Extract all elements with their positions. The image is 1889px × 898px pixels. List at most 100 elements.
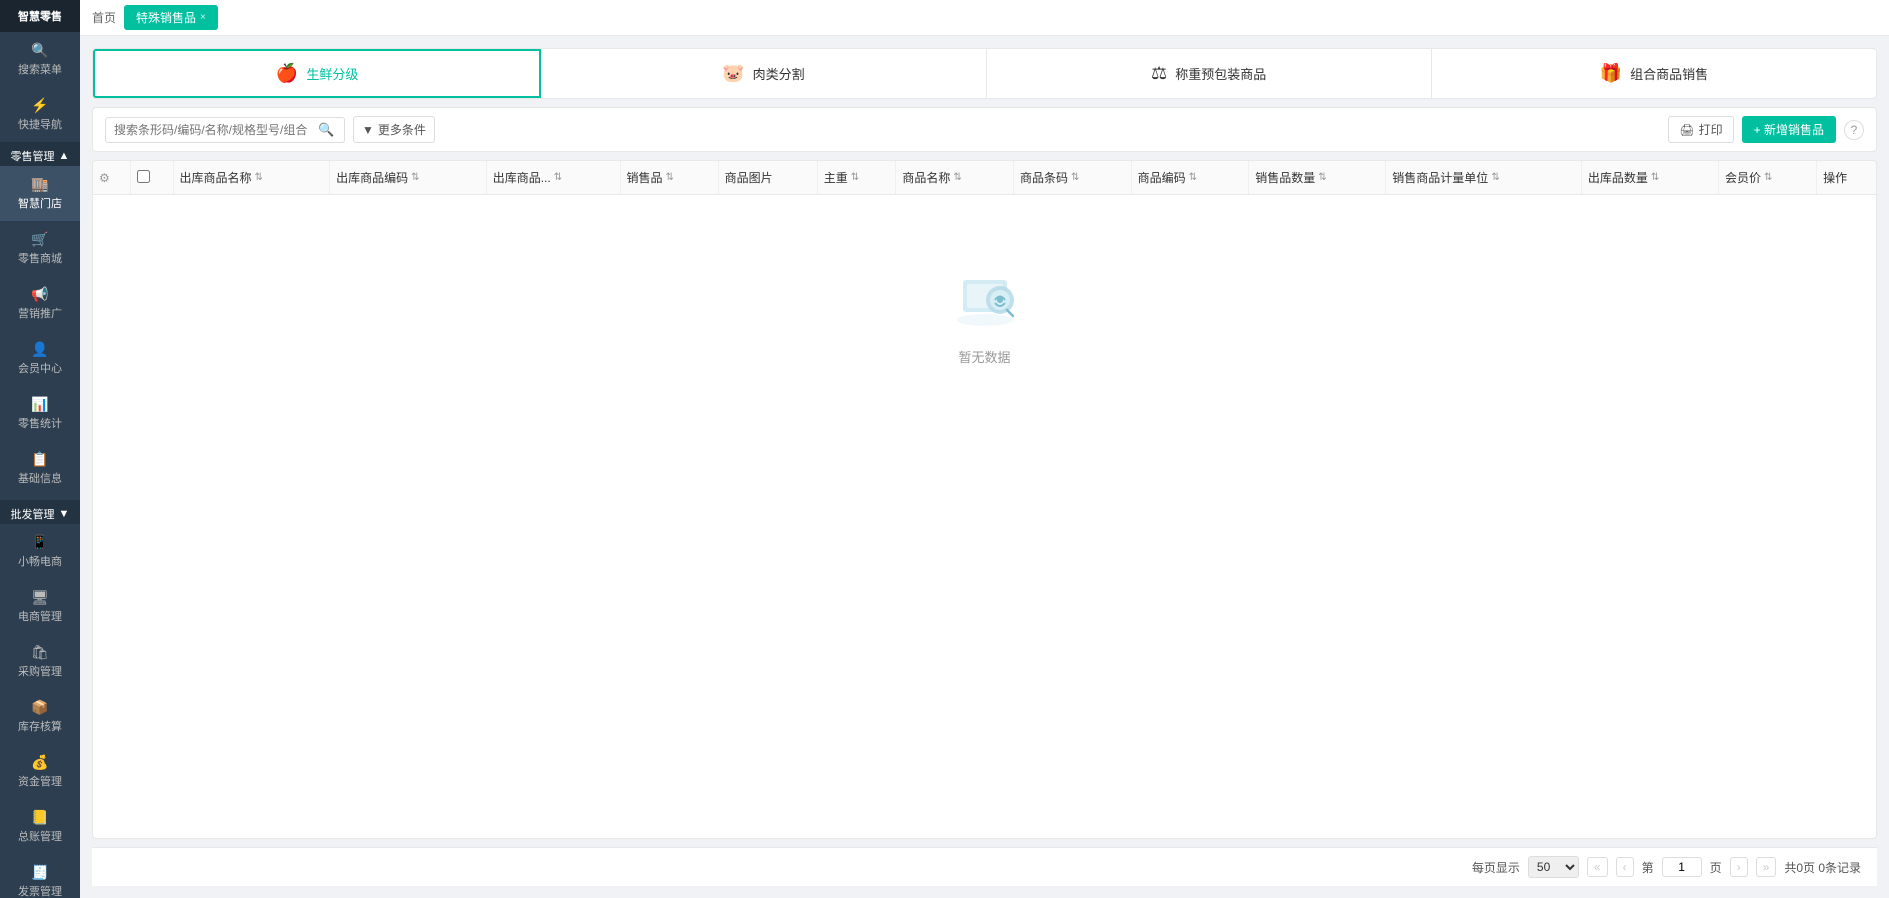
sidebar-item-label: 搜索菜单 xyxy=(18,61,62,77)
sidebar: 智慧零售 🔍 搜索菜单 ⚡ 快捷导航 零售管理 ▲ 🏬 智慧门店 🛒 零售商城 … xyxy=(0,0,80,898)
expand-icon: ▲ xyxy=(59,150,70,162)
sort-sale-qty[interactable]: 销售品数量 ⇅ xyxy=(1255,169,1379,186)
smart-store-icon: 🏬 xyxy=(31,176,48,193)
fresh-grade-icon: 🍎 xyxy=(276,63,298,84)
pagination: 每页显示 10 20 50 100 « ‹ 第 页 › » 共0页 0条记录 xyxy=(92,847,1877,886)
th-image: 商品图片 xyxy=(718,161,817,195)
sidebar-item-search-order[interactable]: 🔍 搜索菜单 xyxy=(0,32,80,87)
sort-sale-unit[interactable]: 销售商品计量单位 ⇅ xyxy=(1392,169,1575,186)
tab-combo[interactable]: 🎁 组合商品销售 xyxy=(1432,49,1876,98)
per-page-select[interactable]: 10 20 50 100 xyxy=(1528,856,1579,878)
col-code: 商品编码 xyxy=(1138,169,1186,186)
sort-icon: ⇅ xyxy=(255,172,263,183)
print-button[interactable]: 🖨 打印 xyxy=(1668,116,1733,143)
add-button[interactable]: + 新增销售品 xyxy=(1742,116,1836,143)
search-icon[interactable]: 🔍 xyxy=(318,122,334,138)
sort-out-code[interactable]: 出库商品编码 ⇅ xyxy=(336,169,480,186)
filter-label: 更多条件 xyxy=(378,121,426,138)
sidebar-item-invoice[interactable]: 🧾 发票管理 xyxy=(0,854,80,898)
page-suffix: 页 xyxy=(1710,859,1722,876)
th-out-spec: 出库商品... ⇅ xyxy=(486,161,620,195)
empty-text: 暂无数据 xyxy=(958,347,1010,366)
sidebar-item-inventory[interactable]: 📦 库存核算 xyxy=(0,689,80,744)
col-sale-unit: 销售商品计量单位 xyxy=(1392,169,1488,186)
sort-icon-6: ⇅ xyxy=(953,172,961,183)
sidebar-item-mini-ecom[interactable]: 📱 小畅电商 xyxy=(0,524,80,579)
help-button[interactable]: ? xyxy=(1844,120,1864,140)
th-setting[interactable]: ⚙ xyxy=(93,161,131,195)
sidebar-item-finance[interactable]: 💰 资金管理 xyxy=(0,744,80,799)
sort-icon-9: ⇅ xyxy=(1318,172,1326,183)
add-label: + 新增销售品 xyxy=(1754,121,1824,138)
sort-member-price[interactable]: 会员价 ⇅ xyxy=(1725,169,1810,186)
tab-fresh-grade-label: 生鲜分级 xyxy=(306,64,358,83)
search-input[interactable] xyxy=(114,123,314,137)
sidebar-item-label: 基础信息 xyxy=(18,470,62,486)
sort-code[interactable]: 商品编码 ⇅ xyxy=(1138,169,1243,186)
print-label: 打印 xyxy=(1699,121,1723,138)
sidebar-logo: 智慧零售 xyxy=(0,0,80,32)
sidebar-item-retail-mall[interactable]: 🛒 零售商城 xyxy=(0,221,80,276)
tab-meat-cut[interactable]: 🐷 肉类分割 xyxy=(541,49,986,98)
sort-gross-weight[interactable]: 主重 ⇅ xyxy=(824,169,890,186)
tab-fresh-grade[interactable]: 🍎 生鲜分级 xyxy=(93,49,541,98)
sort-out-qty[interactable]: 出库品数量 ⇅ xyxy=(1588,169,1712,186)
sidebar-item-basic-info[interactable]: 📋 基础信息 xyxy=(0,441,80,496)
sidebar-item-member-center[interactable]: 👤 会员中心 xyxy=(0,331,80,386)
sort-barcode[interactable]: 商品条码 ⇅ xyxy=(1020,169,1125,186)
th-out-code: 出库商品编码 ⇅ xyxy=(330,161,487,195)
sidebar-item-retail-stats[interactable]: 📊 零售统计 xyxy=(0,386,80,441)
sort-name[interactable]: 商品名称 ⇅ xyxy=(902,169,1007,186)
filter-button[interactable]: ▼ 更多条件 xyxy=(353,116,435,143)
mini-ecom-icon: 📱 xyxy=(31,534,48,551)
col-name: 商品名称 xyxy=(902,169,950,186)
next-page-button[interactable]: › xyxy=(1730,857,1748,877)
first-page-button[interactable]: « xyxy=(1587,857,1608,877)
finance-icon: 💰 xyxy=(31,754,48,771)
home-tab[interactable]: 首页 xyxy=(92,9,116,26)
empty-state: 暂无数据 xyxy=(93,195,1876,426)
th-operation: 操作 xyxy=(1817,161,1876,195)
sort-out-name[interactable]: 出库商品名称 ⇅ xyxy=(180,169,324,186)
th-out-qty: 出库品数量 ⇅ xyxy=(1581,161,1718,195)
sort-sale-item[interactable]: 销售品 ⇅ xyxy=(627,169,712,186)
gear-icon[interactable]: ⚙ xyxy=(99,171,110,185)
purchase-icon: 🛍 xyxy=(31,644,49,661)
sidebar-item-label: 小畅电商 xyxy=(18,553,62,569)
page-label: 第 xyxy=(1642,859,1654,876)
sidebar-item-ecom-mgmt[interactable]: 🖥 电商管理 xyxy=(0,579,80,634)
sort-out-spec[interactable]: 出库商品... ⇅ xyxy=(493,169,614,186)
print-icon: 🖨 xyxy=(1679,123,1694,137)
th-sale-qty: 销售品数量 ⇅ xyxy=(1249,161,1386,195)
col-image: 商品图片 xyxy=(725,171,773,185)
sidebar-section-retail[interactable]: 零售管理 ▲ xyxy=(0,142,80,166)
sidebar-item-quick-nav[interactable]: ⚡ 快捷导航 xyxy=(0,87,80,142)
tab-weight-pack[interactable]: ⚖ 称重预包装商品 xyxy=(987,49,1432,98)
ecom-mgmt-icon: 🖥 xyxy=(31,589,49,606)
col-out-code: 出库商品编码 xyxy=(336,169,408,186)
active-tab[interactable]: 特殊销售品 × xyxy=(124,5,218,30)
invoice-icon: 🧾 xyxy=(31,864,48,881)
th-checkbox[interactable] xyxy=(131,161,173,195)
tab-close-icon[interactable]: × xyxy=(200,12,206,23)
sidebar-section-wholesale[interactable]: 批发管理 ▼ xyxy=(0,500,80,524)
tab-combo-label: 组合商品销售 xyxy=(1630,64,1708,83)
th-code: 商品编码 ⇅ xyxy=(1131,161,1249,195)
sidebar-item-ledger[interactable]: 📒 总账管理 xyxy=(0,799,80,854)
sidebar-item-sales-promo[interactable]: 📢 营销推广 xyxy=(0,276,80,331)
toolbar-left: 🔍 ▼ 更多条件 xyxy=(105,116,435,143)
page-input[interactable] xyxy=(1662,857,1702,877)
category-tabs: 🍎 生鲜分级 🐷 肉类分割 ⚖ 称重预包装商品 🎁 组合商品销售 xyxy=(92,48,1877,99)
sidebar-item-smart-store[interactable]: 🏬 智慧门店 xyxy=(0,166,80,221)
th-gross-weight: 主重 ⇅ xyxy=(817,161,896,195)
table-wrap: ⚙ 出库商品名称 ⇅ 出库商 xyxy=(92,160,1877,839)
col-sale-qty: 销售品数量 xyxy=(1255,169,1315,186)
ledger-icon: 📒 xyxy=(31,809,48,826)
prev-page-button[interactable]: ‹ xyxy=(1616,857,1634,877)
sidebar-item-purchase[interactable]: 🛍 采购管理 xyxy=(0,634,80,689)
last-page-button[interactable]: » xyxy=(1756,857,1777,877)
search-order-icon: 🔍 xyxy=(31,42,48,59)
select-all-checkbox[interactable] xyxy=(137,170,150,183)
active-tab-label: 特殊销售品 xyxy=(136,9,196,26)
sidebar-item-label: 零售商城 xyxy=(18,250,62,266)
